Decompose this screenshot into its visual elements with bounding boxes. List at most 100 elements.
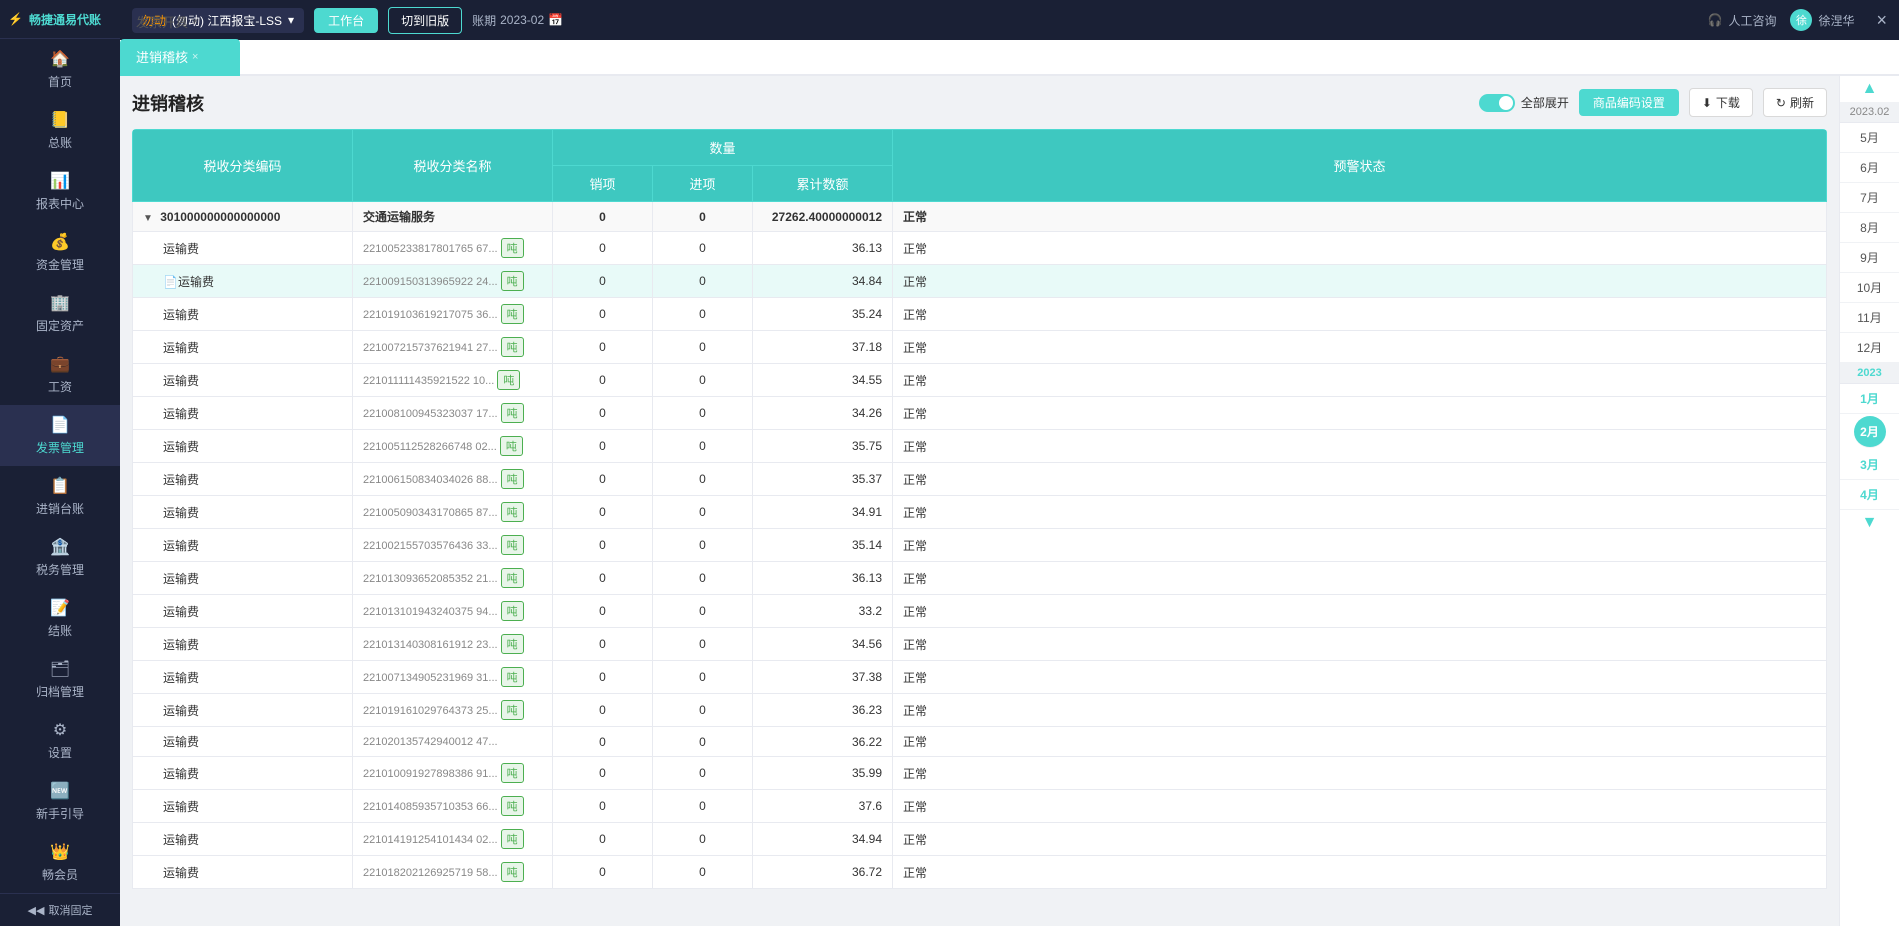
cell-status: 正常	[893, 628, 1827, 661]
date-nav-up[interactable]: ▲	[1840, 76, 1899, 102]
cell-purchase: 0	[653, 823, 753, 856]
settle-icon: 📝	[50, 598, 70, 618]
cell-name: 运输费	[133, 463, 353, 496]
sidebar-item-label: 发票管理	[36, 439, 84, 456]
sidebar-item-archive[interactable]: 🗂归档管理	[0, 649, 120, 710]
unit-tag: 吨	[501, 337, 524, 357]
table-row: 运输费 221007134905231969 31... 吨 0 0 37.38…	[133, 661, 1827, 694]
date-month-current[interactable]: 3月	[1840, 450, 1899, 480]
calendar-icon[interactable]: 📅	[548, 13, 563, 27]
cell-tax-detail: 221018202126925719 58... 吨	[353, 856, 553, 889]
period-info: 账期 2023-02 📅	[472, 12, 563, 29]
switch-version-button[interactable]: 切到旧版	[388, 7, 462, 34]
settings-icon: ⚙	[53, 720, 67, 740]
cell-cumulative: 27262.40000000012	[753, 202, 893, 232]
product-code-settings-button[interactable]: 商品编码设置	[1579, 89, 1679, 116]
refresh-button[interactable]: ↻ 刷新	[1763, 88, 1827, 117]
sidebar-item-settings[interactable]: ⚙设置	[0, 710, 120, 771]
date-month-prev[interactable]: 10月	[1840, 273, 1899, 303]
file-icon[interactable]: 📄	[163, 275, 178, 289]
cell-status: 正常	[893, 265, 1827, 298]
invoice-icon: 📄	[50, 415, 70, 435]
col-header-sales: 销项	[553, 166, 653, 202]
expand-arrow-icon[interactable]: ▼	[143, 213, 153, 224]
cell-name: 运输费	[133, 562, 353, 595]
unit-tag: 吨	[497, 370, 520, 390]
service-button[interactable]: 🎧 人工咨询	[1708, 12, 1777, 29]
sidebar-item-invoice[interactable]: 📄 发票管理	[0, 405, 120, 466]
table-row: 运输费 221008100945323037 17... 吨 0 0 34.26…	[133, 397, 1827, 430]
date-month-prev[interactable]: 11月	[1840, 303, 1899, 333]
download-button[interactable]: ⬇ 下载	[1689, 88, 1753, 117]
sidebar-item-label: 固定资产	[36, 317, 84, 334]
sidebar-item-assets[interactable]: 🏢固定资产	[0, 283, 120, 344]
cell-tax-detail: 221020135742940012 47...	[353, 727, 553, 757]
cell-name: 运输费	[133, 529, 353, 562]
sidebar-item-salary[interactable]: 💼工资	[0, 344, 120, 405]
funds-icon: 💰	[50, 232, 70, 252]
sidebar-item-ledger[interactable]: 📒总账	[0, 100, 120, 161]
topbar-close-button[interactable]: ×	[1876, 10, 1887, 31]
tab-invoice-open[interactable]: 发票开具×	[120, 4, 240, 41]
sidebar-item-settle[interactable]: 📝结账	[0, 588, 120, 649]
date-month-current[interactable]: 4月	[1840, 480, 1899, 510]
table-row: 运输费 221011111435921522 10... 吨 0 0 34.55…	[133, 364, 1827, 397]
cell-purchase: 0	[653, 202, 753, 232]
cell-tax-detail: 221013140308161912 23... 吨	[353, 628, 553, 661]
unpin-button[interactable]: ◀◀ 取消固定	[0, 893, 120, 926]
sidebar-item-guide[interactable]: 🆕新手引导	[0, 771, 120, 832]
date-month-prev[interactable]: 8月	[1840, 213, 1899, 243]
date-month-prev[interactable]: 9月	[1840, 243, 1899, 273]
date-month-prev[interactable]: 5月	[1840, 123, 1899, 153]
date-month-prev[interactable]: 12月	[1840, 333, 1899, 363]
sidebar-item-funds[interactable]: 💰 资金管理	[0, 222, 120, 283]
cell-tax-detail: 221005112528266748 02... 吨	[353, 430, 553, 463]
date-month-current[interactable]: 2月	[1854, 416, 1886, 448]
main-area: 勿动 (勿动) 江西报宝-LSS ▾ 工作台 切到旧版 账期 2023-02 📅…	[120, 0, 1899, 926]
cell-sales: 0	[553, 430, 653, 463]
page-title: 进销稽核	[132, 90, 204, 116]
tab-close-icon[interactable]: ×	[192, 51, 198, 63]
sidebar-item-label: 资金管理	[36, 256, 84, 273]
expand-toggle[interactable]	[1479, 94, 1515, 112]
cell-purchase: 0	[653, 331, 753, 364]
cell-cumulative: 33.2	[753, 595, 893, 628]
logo-text: 畅捷通易代账	[29, 11, 101, 28]
cell-sales: 0	[553, 757, 653, 790]
page-actions: 全部展开 商品编码设置 ⬇ 下载 ↻ 刷新	[1479, 88, 1827, 117]
sidebar-item-label: 新手引导	[36, 805, 84, 822]
sidebar-item-member[interactable]: 👑畅会员	[0, 832, 120, 893]
cell-cumulative: 35.37	[753, 463, 893, 496]
sidebar-item-sales[interactable]: 📋进销台账	[0, 466, 120, 527]
table-row: 运输费 221020135742940012 47... 0 0 36.22 正…	[133, 727, 1827, 757]
table-row: 运输费 221014191254101434 02... 吨 0 0 34.94…	[133, 823, 1827, 856]
tab-close-icon[interactable]: ×	[192, 16, 198, 28]
unit-tag: 吨	[500, 436, 523, 456]
date-nav-down[interactable]: ▼	[1840, 510, 1899, 536]
sidebar-item-home[interactable]: 🏠首页	[0, 39, 120, 100]
tab-sales-check[interactable]: 进销稽核×	[120, 39, 240, 76]
sidebar-item-report[interactable]: 📊报表中心	[0, 161, 120, 222]
topbar-right: 🎧 人工咨询 徐 徐涅华 ×	[1708, 9, 1888, 31]
cell-status: 正常	[893, 529, 1827, 562]
cell-status: 正常	[893, 727, 1827, 757]
cell-name: 运输费	[133, 298, 353, 331]
col-header-quantity-group: 数量	[553, 130, 893, 166]
headset-icon: 🎧	[1708, 13, 1723, 27]
page: 进销稽核 全部展开 商品编码设置 ⬇ 下载 ↻ 刷新	[120, 76, 1839, 926]
cell-purchase: 0	[653, 727, 753, 757]
cell-tax-detail: 221014085935710353 66... 吨	[353, 790, 553, 823]
workspace-button[interactable]: 工作台	[314, 8, 378, 33]
unit-tag: 吨	[501, 535, 524, 555]
unit-tag: 吨	[501, 862, 524, 882]
cell-purchase: 0	[653, 364, 753, 397]
unit-tag: 吨	[501, 568, 524, 588]
cell-name: 运输费	[133, 397, 353, 430]
date-month-prev[interactable]: 6月	[1840, 153, 1899, 183]
user-menu[interactable]: 徐 徐涅华	[1790, 9, 1854, 31]
sidebar-item-tax[interactable]: 🏦税务管理	[0, 527, 120, 588]
date-month-prev[interactable]: 7月	[1840, 183, 1899, 213]
download-icon: ⬇	[1702, 96, 1712, 110]
cell-tax-detail: 221008100945323037 17... 吨	[353, 397, 553, 430]
date-month-current[interactable]: 1月	[1840, 384, 1899, 414]
